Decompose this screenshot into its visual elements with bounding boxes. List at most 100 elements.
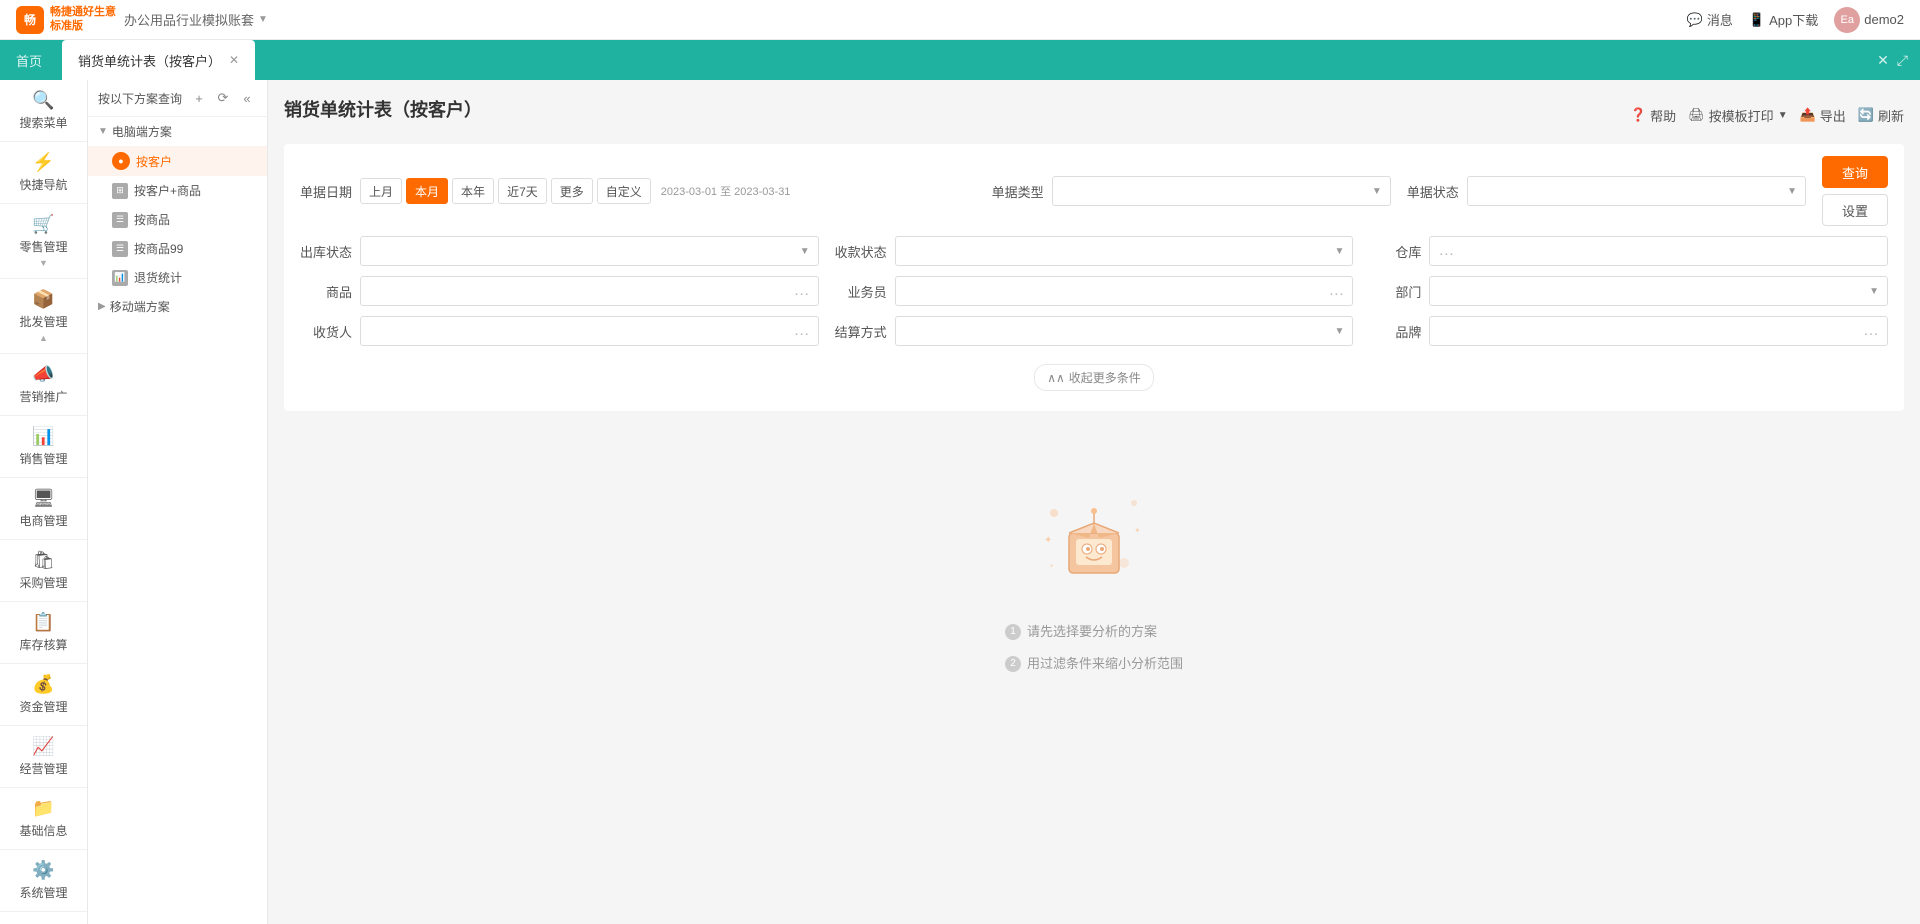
refresh-icon: 🔄 bbox=[1858, 107, 1874, 123]
docstatus-input[interactable]: ▼ bbox=[1467, 176, 1806, 206]
window-expand-icon[interactable]: ⤢ bbox=[1897, 52, 1908, 69]
logo-area: 畅 畅捷通好生意 标准版 bbox=[16, 6, 116, 34]
content-wrapper: 销货单统计表（按客户） ❓ 帮助 🖨 按模板打印 ▼ 📤 导出 bbox=[284, 96, 1904, 717]
svg-text:✦: ✦ bbox=[1049, 563, 1054, 570]
sidebar-item-inventory[interactable]: 📋 库存核算 bbox=[0, 602, 87, 664]
outstatus-input[interactable]: ▼ bbox=[360, 236, 819, 266]
goods-scheme-icon: ☰ bbox=[112, 212, 128, 228]
print-icon: 🖨 bbox=[1688, 107, 1705, 123]
settlement-input[interactable]: ▼ bbox=[895, 316, 1354, 346]
empty-illustration: ✦ ✦ ✦ bbox=[1034, 483, 1154, 603]
ecommerce-icon: 🖥 bbox=[32, 488, 55, 509]
tabbar: 首页 销货单统计表（按客户） ✕ ✕ ⤢ bbox=[0, 40, 1920, 80]
date-btn-last-month[interactable]: 上月 bbox=[360, 178, 402, 204]
warehouse-input[interactable]: … bbox=[1429, 236, 1888, 266]
date-btn-custom[interactable]: 自定义 bbox=[597, 178, 651, 204]
base-icon: 📁 bbox=[32, 798, 54, 819]
sidebar-item-purchase[interactable]: 🛍 采购管理 bbox=[0, 540, 87, 602]
goods-input[interactable]: … bbox=[360, 276, 819, 306]
left-panel-title: 按以下方案查询 bbox=[98, 90, 182, 107]
scheme-item-by-customer-goods[interactable]: ⊞ 按客户+商品 bbox=[88, 176, 267, 205]
scheme-item-by-goods[interactable]: ☰ 按商品 bbox=[88, 205, 267, 234]
sidebar-item-quicknav[interactable]: ⚡ 快捷导航 bbox=[0, 142, 87, 204]
goods99-scheme-icon: ☰ bbox=[112, 241, 128, 257]
customer-scheme-icon: ● bbox=[112, 152, 130, 170]
sidebar-item-finance[interactable]: 💰 资金管理 bbox=[0, 664, 87, 726]
salesperson-label: 业务员 bbox=[835, 282, 887, 301]
tab-close-icon[interactable]: ✕ bbox=[229, 53, 239, 67]
window-close-icon[interactable]: ✕ bbox=[1877, 52, 1889, 69]
sidebar-item-retail[interactable]: 🛒 零售管理 ▼ bbox=[0, 204, 87, 279]
industry-selector[interactable]: 办公用品行业模拟账套 ▼ bbox=[124, 10, 268, 29]
department-input[interactable]: ▼ bbox=[1429, 276, 1888, 306]
scheme-item-by-customer[interactable]: ● 按客户 bbox=[88, 146, 267, 176]
help-icon: ❓ bbox=[1630, 107, 1646, 123]
query-btn[interactable]: 查询 bbox=[1822, 156, 1888, 188]
filter-settlement-cell: 结算方式 ▼ bbox=[819, 316, 1354, 346]
export-btn[interactable]: 📤 导出 bbox=[1800, 106, 1846, 125]
brand-input[interactable]: … bbox=[1429, 316, 1888, 346]
mobile-scheme-group: ▶ 移动端方案 bbox=[88, 292, 267, 321]
date-btn-7days[interactable]: 近7天 bbox=[498, 178, 547, 204]
collapse-panel-btn[interactable]: « bbox=[237, 88, 257, 108]
sidebar-item-sales[interactable]: 📊 销售管理 bbox=[0, 416, 87, 478]
salesperson-input[interactable]: … bbox=[895, 276, 1354, 306]
sidebar-item-wholesale[interactable]: 📦 批发管理 ▲ bbox=[0, 279, 87, 354]
quicknav-icon: ⚡ bbox=[32, 152, 54, 173]
filter-outstatus-cell: 出库状态 ▼ bbox=[300, 236, 819, 266]
date-range-text: 2023-03-01 至 2023-03-31 bbox=[661, 183, 791, 199]
step1-num: 1 bbox=[1005, 624, 1021, 640]
collapse-btn[interactable]: ∧∧ 收起更多条件 bbox=[1034, 364, 1154, 391]
sidebar-item-base[interactable]: 📁 基础信息 bbox=[0, 788, 87, 850]
empty-step-2: 2 用过滤条件来缩小分析范围 bbox=[1005, 651, 1183, 677]
sidebar-item-search[interactable]: 🔍 搜索菜单 bbox=[0, 80, 87, 142]
brand-label: 品牌 bbox=[1369, 322, 1421, 341]
date-btn-this-year[interactable]: 本年 bbox=[452, 178, 494, 204]
sidebar-item-ecommerce[interactable]: 🖥 电商管理 bbox=[0, 478, 87, 540]
help-btn[interactable]: ❓ 帮助 bbox=[1630, 106, 1676, 125]
department-label: 部门 bbox=[1369, 282, 1421, 301]
app-download-btn[interactable]: 📱 App下载 bbox=[1749, 10, 1818, 29]
warehouse-dots: … bbox=[1438, 242, 1454, 260]
doctype-label: 单据类型 bbox=[992, 182, 1044, 201]
operations-icon: 📈 bbox=[32, 736, 54, 757]
wholesale-arrow-icon: ▲ bbox=[39, 333, 48, 343]
print-btn[interactable]: 🖨 按模板打印 ▼ bbox=[1688, 106, 1787, 125]
purchase-icon: 🛍 bbox=[32, 550, 55, 571]
settings-btn[interactable]: 设置 bbox=[1822, 194, 1888, 226]
user-profile[interactable]: Ea demo2 bbox=[1834, 7, 1904, 33]
scheme-item-return-stat[interactable]: 📊 退货统计 bbox=[88, 263, 267, 292]
filter-doctype-cell: 单据类型 ▼ bbox=[976, 176, 1391, 206]
print-dropdown-icon: ▼ bbox=[1778, 110, 1788, 121]
return-scheme-icon: 📊 bbox=[112, 270, 128, 286]
tab-sales-stat[interactable]: 销货单统计表（按客户） ✕ bbox=[62, 40, 255, 80]
docstatus-label: 单据状态 bbox=[1407, 182, 1459, 201]
sidebar-item-marketing[interactable]: 📣 营销推广 bbox=[0, 354, 87, 416]
recipient-input[interactable]: … bbox=[360, 316, 819, 346]
finance-icon: 💰 bbox=[32, 674, 54, 695]
date-btn-this-month[interactable]: 本月 bbox=[406, 178, 448, 204]
scheme-item-by-goods-99[interactable]: ☰ 按商品99 bbox=[88, 234, 267, 263]
sidebar-item-operations[interactable]: 📈 经营管理 bbox=[0, 726, 87, 788]
date-filter: 上月 本月 本年 近7天 更多 自定义 2023-03-01 至 2023-03… bbox=[360, 178, 976, 204]
filter-warehouse-cell: 仓库 … bbox=[1353, 236, 1888, 266]
sidebar-item-enterprise[interactable]: 🤝 企业协同 bbox=[0, 912, 87, 924]
refresh-scheme-btn[interactable]: ⟳ bbox=[213, 88, 233, 108]
add-scheme-btn[interactable]: + bbox=[189, 88, 209, 108]
svg-text:✦: ✦ bbox=[1134, 526, 1141, 535]
docstatus-arrow-icon: ▼ bbox=[1787, 186, 1797, 197]
filter-brand-cell: 品牌 … bbox=[1353, 316, 1888, 346]
tab-home[interactable]: 首页 bbox=[0, 40, 58, 80]
content-area: 销货单统计表（按客户） ❓ 帮助 🖨 按模板打印 ▼ 📤 导出 bbox=[268, 80, 1920, 924]
logo-icon: 畅 bbox=[16, 6, 44, 34]
refresh-btn[interactable]: 🔄 刷新 bbox=[1858, 106, 1904, 125]
sidebar-item-system[interactable]: ⚙️ 系统管理 bbox=[0, 850, 87, 912]
messages-btn[interactable]: 💬 消息 bbox=[1687, 10, 1733, 29]
paymentstatus-input[interactable]: ▼ bbox=[895, 236, 1354, 266]
left-panel: 按以下方案查询 + ⟳ « ▼ 电脑端方案 ● 按客户 ⊞ 按客户+商品 ☰ bbox=[88, 80, 268, 924]
doctype-input[interactable]: ▼ bbox=[1052, 176, 1391, 206]
mobile-scheme-label[interactable]: ▶ 移动端方案 bbox=[88, 292, 267, 321]
desktop-scheme-label[interactable]: ▼ 电脑端方案 bbox=[88, 117, 267, 146]
doctype-arrow-icon: ▼ bbox=[1372, 186, 1382, 197]
date-btn-more[interactable]: 更多 bbox=[551, 178, 593, 204]
